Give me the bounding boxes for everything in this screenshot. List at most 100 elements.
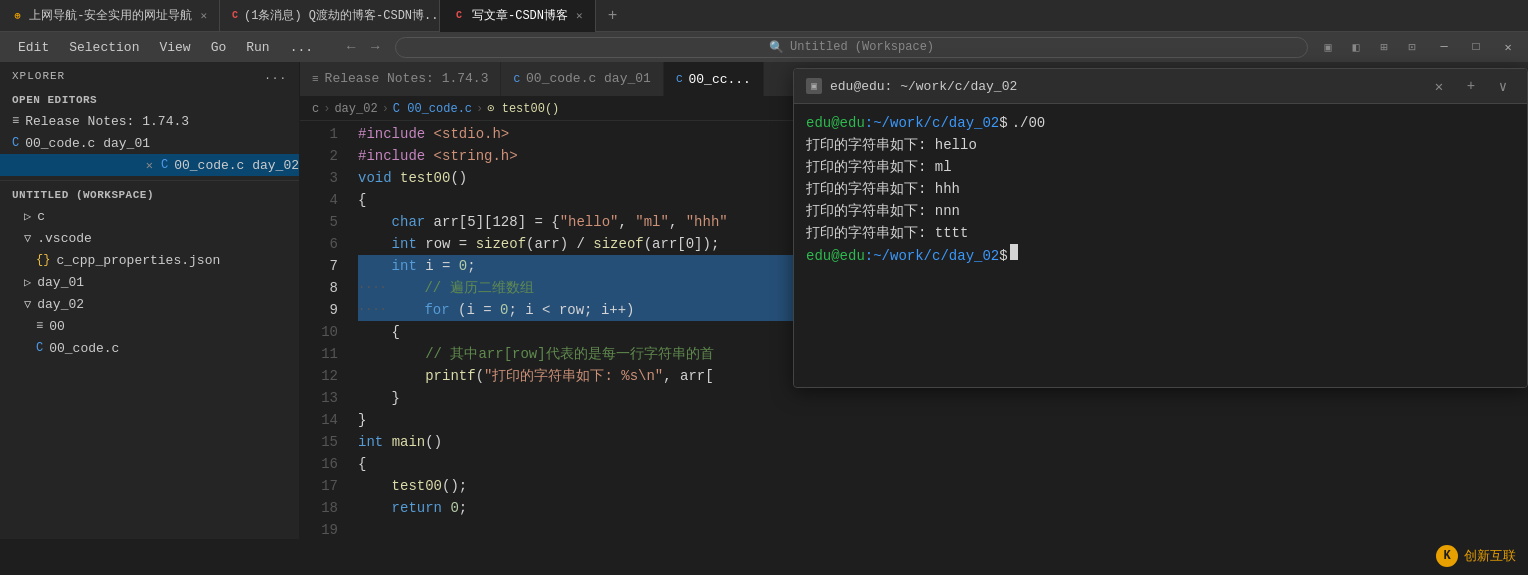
token-18-4: ; (459, 497, 467, 519)
editor-tab-day02[interactable]: C 00_cc... (664, 62, 764, 96)
menu-selection[interactable]: Selection (59, 32, 149, 62)
menu-view[interactable]: View (149, 32, 200, 62)
day02-folder-chevron: ▽ (24, 297, 31, 312)
breadcrumb-sep1: › (323, 102, 330, 116)
browser-tab-2[interactable]: C (1条消息) Q渡劫的博客-CSDN博... ✕ (220, 0, 440, 32)
term-cmd-1: ./00 (1012, 112, 1046, 134)
terminal-panel: ▣ edu@edu: ~/work/c/day_02 ✕ + ∨ edu@edu… (793, 68, 1528, 388)
term-output-6: 打印的字符串如下: tttt (806, 222, 968, 244)
line-numbers: 1 2 3 4 5 6 7 8 9 10 11 12 13 14 15 16 1… (300, 121, 350, 539)
line-num-4: 4 (300, 189, 338, 211)
token-1-1: #include (358, 123, 425, 145)
back-button[interactable]: ← (339, 35, 363, 59)
browser-tab-3[interactable]: C 写文章-CSDN博客 ✕ (440, 0, 596, 32)
token-3-3: test00 (400, 167, 450, 189)
menu-edit[interactable]: Edit (8, 32, 59, 62)
close-button[interactable]: ✕ (1496, 35, 1520, 59)
token-6-6: (arr[0]); (644, 233, 720, 255)
sidebar-item-c-folder[interactable]: ▷ c (0, 205, 299, 227)
terminal-line-5: 打印的字符串如下: nnn (806, 200, 1515, 222)
day02-close-icon[interactable]: ✕ (146, 158, 153, 173)
sidebar-item-day01-folder-label: day_01 (37, 275, 84, 290)
menu-more[interactable]: ... (280, 32, 323, 62)
sidebar-item-cppprops[interactable]: {} c_cpp_properties.json (0, 249, 299, 271)
token-16-1: { (358, 453, 366, 475)
token-10-1: { (392, 321, 400, 343)
sidebar-item-release-notes[interactable]: ≡ Release Notes: 1.74.3 (0, 110, 299, 132)
browser-tabs-bar: ⊕ 上网导航-安全实用的网址导航 ✕ C (1条消息) Q渡劫的博客-CSDN博… (0, 0, 1528, 32)
toolbar-icon-1[interactable]: ▣ (1316, 35, 1340, 59)
forward-button[interactable]: → (363, 35, 387, 59)
terminal-line-7: edu@edu:~/work/c/day_02$ (806, 244, 1515, 267)
toolbar-icon-3[interactable]: ⊞ (1372, 35, 1396, 59)
menu-go[interactable]: Go (201, 32, 237, 62)
sidebar-item-vscode-label: .vscode (37, 231, 92, 246)
token-6-5: sizeof (593, 233, 643, 255)
editor-tab-release-notes[interactable]: ≡ Release Notes: 1.74.3 (300, 62, 501, 96)
token-3-1: void (358, 167, 392, 189)
new-tab-button[interactable]: + (596, 7, 630, 25)
token-11-pre (358, 343, 425, 365)
sidebar-item-00code-day02[interactable]: ✕ C 00_code.c day_02 (0, 154, 299, 176)
sidebar: XPLORER ... OPEN EDITORS ≡ Release Notes… (0, 62, 300, 539)
token-15-4: () (425, 431, 442, 453)
line-num-5: 5 (300, 211, 338, 233)
line-num-17: 17 (300, 475, 338, 497)
sidebar-item-cppprops-label: c_cpp_properties.json (56, 253, 220, 268)
token-7-1: int (392, 255, 417, 277)
editor-tab-release-notes-label: Release Notes: 1.74.3 (325, 71, 489, 86)
code-line-15: int main() (358, 431, 1528, 453)
tab1-close[interactable]: ✕ (200, 9, 207, 22)
token-6-4: (arr) / (526, 233, 593, 255)
address-text: Untitled (Workspace) (790, 40, 934, 54)
token-14-1: } (358, 409, 366, 431)
token-5-2: arr (425, 211, 459, 233)
line-num-10: 10 (300, 321, 338, 343)
watermark-icon: K (1436, 545, 1458, 567)
line9-dots: ···· (358, 299, 387, 321)
sidebar-item-vscode-folder[interactable]: ▽ .vscode (0, 227, 299, 249)
tab3-close[interactable]: ✕ (576, 9, 583, 22)
release-notes-icon: ≡ (12, 114, 19, 128)
terminal-chevron-button[interactable]: ∨ (1491, 74, 1515, 98)
token-5-7: , (669, 211, 686, 233)
token-9-pre (391, 299, 425, 321)
editor-tab-day01[interactable]: C 00_code.c day_01 (501, 62, 663, 96)
editor-tab-day02-label: 00_cc... (688, 72, 750, 87)
minimize-button[interactable]: ─ (1432, 35, 1456, 59)
sidebar-item-c-label: c (37, 209, 45, 224)
day01-file-icon: C (12, 136, 19, 150)
terminal-title-text: edu@edu: ~/work/c/day_02 (830, 79, 1419, 94)
c-folder-chevron: ▷ (24, 209, 31, 224)
sidebar-item-day02-label: 00_code.c day_02 (174, 158, 299, 173)
term-dollar-1: $ (999, 112, 1007, 134)
sidebar-item-file-00[interactable]: ≡ 00 (0, 315, 299, 337)
sidebar-item-00code-day01[interactable]: C 00_code.c day_01 (0, 132, 299, 154)
toolbar-icon-2[interactable]: ◧ (1344, 35, 1368, 59)
token-9-3: 0 (500, 299, 508, 321)
term-user-1: edu@edu (806, 112, 865, 134)
toolbar-icon-4[interactable]: ⊡ (1400, 35, 1424, 59)
terminal-close-icon[interactable]: ✕ (1427, 74, 1451, 98)
menu-run[interactable]: Run (236, 32, 279, 62)
browser-tab-1[interactable]: ⊕ 上网导航-安全实用的网址导航 ✕ (0, 0, 220, 32)
breadcrumb-c: c (312, 102, 319, 116)
line-num-13: 13 (300, 387, 338, 409)
json-file-icon: {} (36, 253, 50, 267)
term-path-2: :~/work/c/day_02 (865, 245, 999, 267)
maximize-button[interactable]: □ (1464, 35, 1488, 59)
line-num-1: 1 (300, 123, 338, 145)
terminal-new-tab-button[interactable]: + (1459, 74, 1483, 98)
terminal-body[interactable]: edu@edu:~/work/c/day_02$ ./00 打印的字符串如下: … (794, 104, 1527, 387)
token-6-1: int (392, 233, 417, 255)
sidebar-item-day02-folder[interactable]: ▽ day_02 (0, 293, 299, 315)
sidebar-item-file-00code[interactable]: C 00_code.c (0, 337, 299, 359)
sidebar-item-day01-folder[interactable]: ▷ day_01 (0, 271, 299, 293)
term-output-5: 打印的字符串如下: nnn (806, 200, 960, 222)
day02-file-icon: C (161, 158, 168, 172)
watermark: K 创新互联 (1436, 545, 1516, 567)
token-4-1: { (358, 189, 366, 211)
sidebar-more-icon[interactable]: ... (264, 70, 287, 82)
code-line-13: } (358, 387, 1528, 409)
token-18-pre (358, 497, 392, 519)
